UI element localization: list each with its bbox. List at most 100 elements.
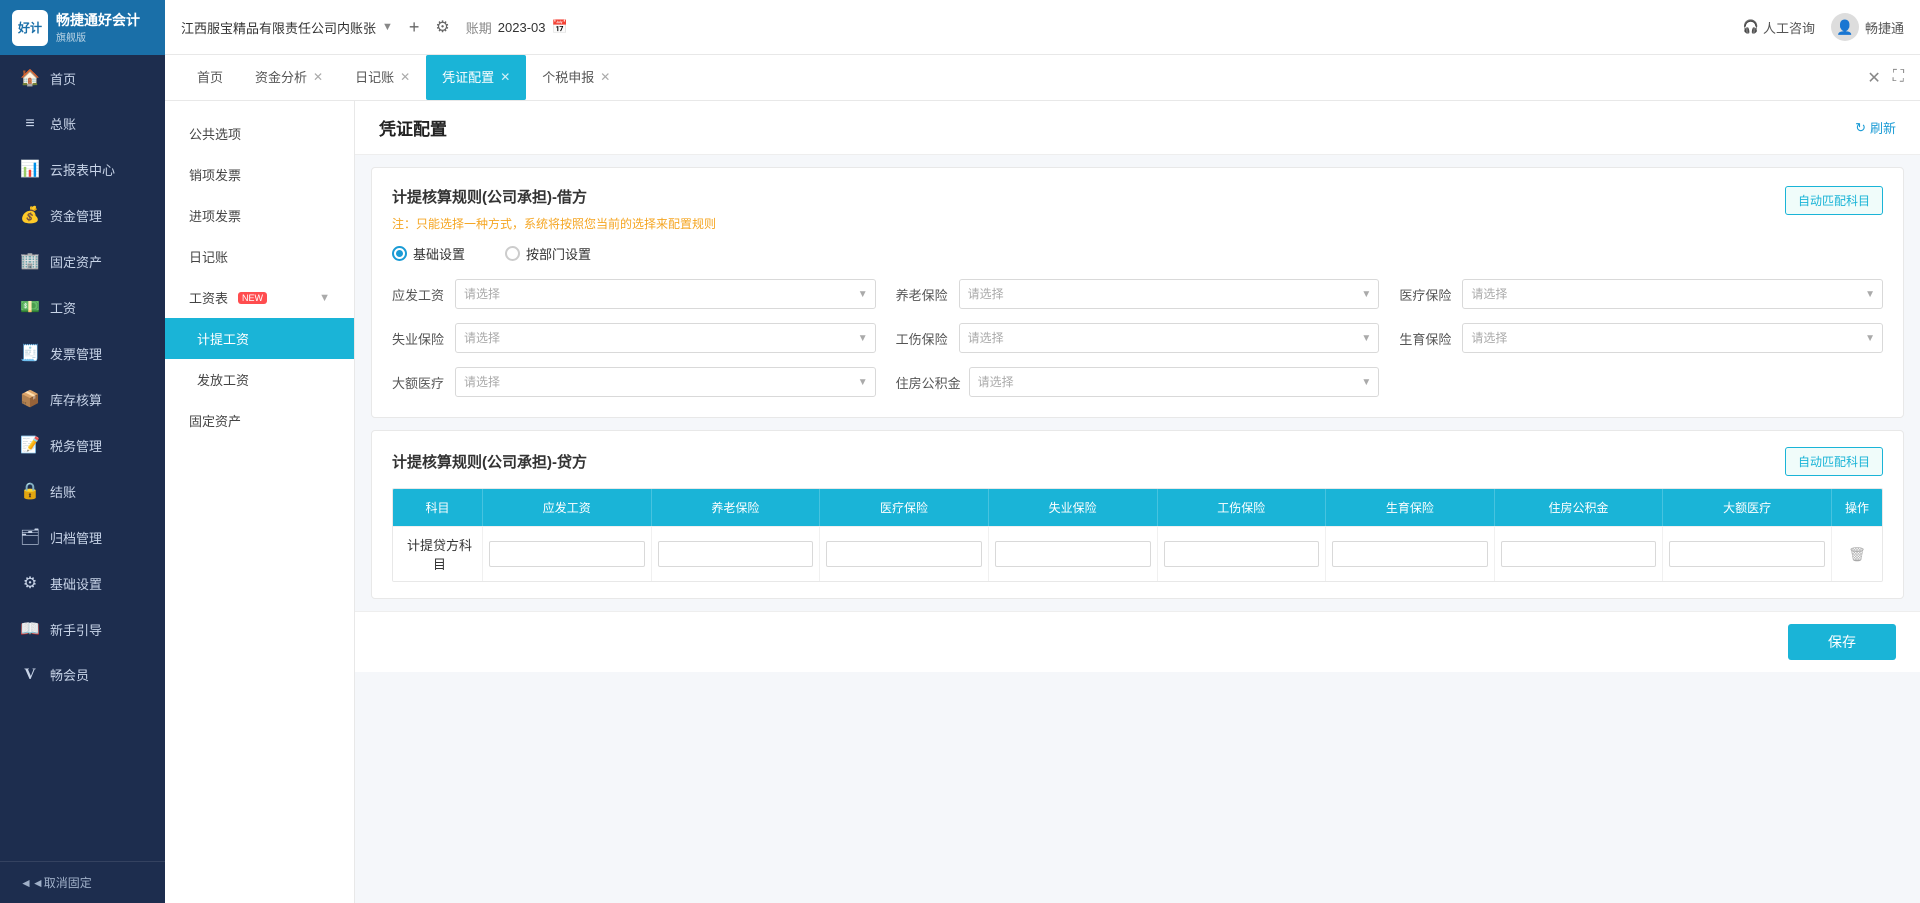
tab-expand-icon[interactable]: ⛶ bbox=[1893, 68, 1904, 88]
add-account-button[interactable]: + bbox=[405, 17, 424, 38]
vip-icon: V bbox=[20, 666, 40, 684]
td-unemployment-input-cell bbox=[989, 527, 1158, 581]
select-applied-salary-wrapper: 请选择 ▼ bbox=[455, 279, 876, 309]
td-unemployment-input[interactable] bbox=[995, 541, 1151, 567]
td-medical-input[interactable] bbox=[826, 541, 982, 567]
tab-voucher-close[interactable]: ✕ bbox=[500, 70, 510, 84]
sidebar-item-home[interactable]: 🏠 首页 bbox=[0, 55, 165, 101]
label-large-medical: 大额医疗 bbox=[392, 373, 447, 392]
subnav-journal[interactable]: 日记账 bbox=[165, 236, 354, 277]
select-large-medical[interactable]: 请选择 bbox=[455, 367, 876, 397]
td-housing-fund-input[interactable] bbox=[1501, 541, 1657, 567]
subnav: 公共选项 销项发票 进项发票 日记账 工资表 NEW ▼ 计提工资 bbox=[165, 101, 355, 903]
select-unemployment[interactable]: 请选择 bbox=[455, 323, 876, 353]
sidebar-item-salary[interactable]: 💵 工资 bbox=[0, 284, 165, 330]
sidebar-item-ledger[interactable]: ≡ 总账 bbox=[0, 101, 165, 146]
avatar: 👤 bbox=[1831, 13, 1859, 41]
invoice-icon: 🧾 bbox=[20, 343, 40, 363]
tab-fund-close[interactable]: ✕ bbox=[313, 70, 323, 84]
td-work-injury-input[interactable] bbox=[1164, 541, 1320, 567]
td-applied-salary-input[interactable] bbox=[489, 541, 645, 567]
tab-tax[interactable]: 个税申报 ✕ bbox=[526, 55, 626, 100]
guide-icon: 📖 bbox=[20, 619, 40, 639]
tab-tax-close[interactable]: ✕ bbox=[600, 70, 610, 84]
tab-close-all-icon[interactable]: ✕ bbox=[1867, 68, 1880, 88]
select-housing-fund[interactable]: 请选择 bbox=[969, 367, 1380, 397]
th-subject: 科目 bbox=[393, 489, 483, 526]
tab-fund[interactable]: 资金分析 ✕ bbox=[239, 55, 339, 100]
subnav-sales-invoice[interactable]: 销项发票 bbox=[165, 154, 354, 195]
subnav-purchase-invoice[interactable]: 进项发票 bbox=[165, 195, 354, 236]
select-medical[interactable]: 请选择 bbox=[1462, 279, 1883, 309]
td-pension-input[interactable] bbox=[658, 541, 814, 567]
assets-icon: 🏢 bbox=[20, 251, 40, 271]
settings-button[interactable]: ⚙ bbox=[435, 17, 449, 37]
tab-home[interactable]: 首页 bbox=[181, 55, 239, 100]
sidebar-item-invoice[interactable]: 🧾 发票管理 bbox=[0, 330, 165, 376]
sidebar-item-closing[interactable]: 🔒 结账 bbox=[0, 468, 165, 514]
subnav-salary-accrual[interactable]: 计提工资 bbox=[165, 318, 354, 359]
tab-voucher[interactable]: 凭证配置 ✕ bbox=[426, 55, 526, 100]
subnav-salary-sheet[interactable]: 工资表 NEW ▼ bbox=[165, 277, 354, 318]
tab-journal[interactable]: 日记账 ✕ bbox=[339, 55, 426, 100]
subnav-salary-accrual-label: 计提工资 bbox=[197, 332, 249, 347]
select-work-injury[interactable]: 请选择 bbox=[959, 323, 1380, 353]
select-maternity[interactable]: 请选择 bbox=[1462, 323, 1883, 353]
sidebar-item-settings[interactable]: ⚙ 基础设置 bbox=[0, 560, 165, 606]
delete-icon[interactable]: 🗑 bbox=[1848, 546, 1866, 563]
sidebar-label-closing: 结账 bbox=[50, 482, 76, 501]
ledger-icon: ≡ bbox=[20, 115, 40, 133]
user-menu[interactable]: 👤 畅捷通 bbox=[1831, 13, 1904, 41]
table-header: 科目 应发工资 养老保险 医疗保险 失业保险 工伤保险 生育保险 住房公积金 大… bbox=[393, 489, 1882, 526]
refresh-button[interactable]: ↻ 刷新 bbox=[1855, 118, 1896, 137]
service-button[interactable]: 🎧 人工咨询 bbox=[1743, 18, 1815, 37]
subnav-public[interactable]: 公共选项 bbox=[165, 113, 354, 154]
sidebar-item-guide[interactable]: 📖 新手引导 bbox=[0, 606, 165, 652]
radio-basic[interactable]: 基础设置 bbox=[392, 244, 465, 263]
tab-journal-close[interactable]: ✕ bbox=[400, 70, 410, 84]
debit-auto-match-button[interactable]: 自动匹配科目 bbox=[1785, 186, 1883, 215]
th-unemployment: 失业保险 bbox=[989, 489, 1158, 526]
credit-table: 科目 应发工资 养老保险 医疗保险 失业保险 工伤保险 生育保险 住房公积金 大… bbox=[392, 488, 1883, 582]
credit-auto-match-button[interactable]: 自动匹配科目 bbox=[1785, 447, 1883, 476]
th-maternity: 生育保险 bbox=[1326, 489, 1495, 526]
select-unemployment-wrapper: 请选择 ▼ bbox=[455, 323, 876, 353]
fund-icon: 💰 bbox=[20, 205, 40, 225]
chevron-down-icon: ▼ bbox=[319, 292, 330, 304]
select-pension[interactable]: 请选择 bbox=[959, 279, 1380, 309]
sidebar-logo: 好计 畅捷通好会计 旗舰版 bbox=[0, 0, 165, 55]
credit-section-title: 计提核算规则(公司承担)-贷方 bbox=[392, 451, 587, 472]
salary-icon: 💵 bbox=[20, 297, 40, 317]
sidebar-item-vip[interactable]: V 畅会员 bbox=[0, 652, 165, 697]
sidebar-item-inventory[interactable]: 📦 库存核算 bbox=[0, 376, 165, 422]
td-operation-cell: 🗑 bbox=[1832, 527, 1882, 581]
page-header: 凭证配置 ↻ 刷新 bbox=[355, 101, 1920, 155]
subnav-salary-payment[interactable]: 发放工资 bbox=[165, 359, 354, 400]
td-work-injury-input-cell bbox=[1158, 527, 1327, 581]
subnav-fixed-assets-label: 固定资产 bbox=[189, 411, 241, 430]
sidebar-label-archive: 归档管理 bbox=[50, 528, 102, 547]
sidebar-item-assets[interactable]: 🏢 固定资产 bbox=[0, 238, 165, 284]
sidebar-item-fund[interactable]: 💰 资金管理 bbox=[0, 192, 165, 238]
field-housing-fund: 住房公积金 请选择 ▼ bbox=[896, 367, 1380, 397]
tabbar-actions: ✕ ⛶ bbox=[1867, 68, 1904, 88]
td-maternity-input[interactable] bbox=[1332, 541, 1488, 567]
subnav-fixed-assets[interactable]: 固定资产 bbox=[165, 400, 354, 441]
period-selector: 账期 2023-03 📅 bbox=[466, 18, 568, 37]
page-body: 凭证配置 ↻ 刷新 计提核算规则(公司承担)-借方 注：只能选择一种方式，系统将… bbox=[355, 101, 1920, 903]
th-operation: 操作 bbox=[1832, 489, 1882, 526]
sidebar-item-tax[interactable]: 📝 税务管理 bbox=[0, 422, 165, 468]
field-unemployment: 失业保险 请选择 ▼ bbox=[392, 323, 876, 353]
closing-icon: 🔒 bbox=[20, 481, 40, 501]
radio-dept[interactable]: 按部门设置 bbox=[505, 244, 591, 263]
calendar-icon[interactable]: 📅 bbox=[552, 19, 568, 35]
company-selector[interactable]: 江西服宝精品有限责任公司内账张 ▼ bbox=[181, 18, 393, 37]
sidebar-unpin-button[interactable]: ◄◄取消固定 bbox=[0, 861, 165, 903]
td-large-medical-input[interactable] bbox=[1669, 541, 1825, 567]
sidebar-item-reports[interactable]: 📊 云报表中心 bbox=[0, 146, 165, 192]
td-housing-fund-input-cell bbox=[1495, 527, 1664, 581]
sidebar-item-archive[interactable]: 🗂 归档管理 bbox=[0, 514, 165, 560]
sidebar-label-settings: 基础设置 bbox=[50, 574, 102, 593]
select-applied-salary[interactable]: 请选择 bbox=[455, 279, 876, 309]
save-button[interactable]: 保存 bbox=[1788, 624, 1896, 660]
